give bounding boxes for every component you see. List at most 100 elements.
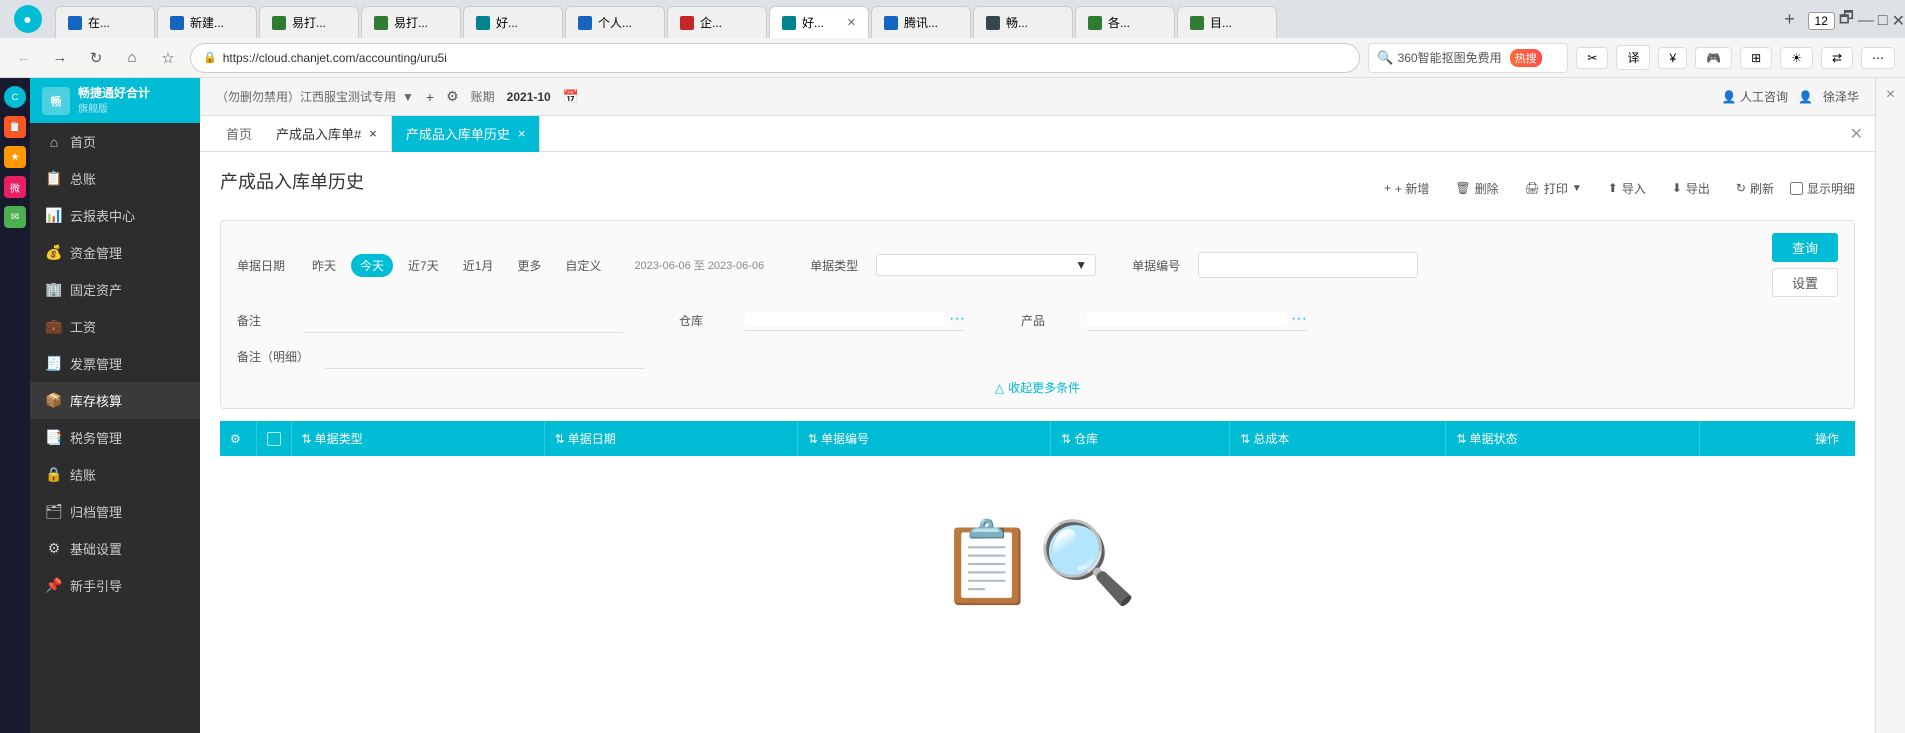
game-btn[interactable]: 🎮: [1695, 47, 1732, 69]
date-yesterday-btn[interactable]: 昨天: [303, 254, 345, 277]
sidebar-item-finance[interactable]: 💰 资金管理: [30, 234, 200, 271]
settings-icon[interactable]: ⚙: [446, 88, 459, 105]
browser-tab-8[interactable]: 好... ✕: [769, 6, 869, 38]
browser-tab-9[interactable]: 腾讯...: [871, 6, 971, 38]
minimize-btn[interactable]: —: [1858, 12, 1874, 30]
sidebar-item-basic[interactable]: ⚙ 基础设置: [30, 530, 200, 567]
browser-tab-2[interactable]: 新建...: [157, 6, 257, 38]
sidebar-item-tax[interactable]: 📑 税务管理: [30, 419, 200, 456]
th-checkbox[interactable]: [256, 421, 291, 456]
sidebar-item-invoice[interactable]: 🧾 发票管理: [30, 345, 200, 382]
sidebar-item-fixed[interactable]: 🏢 固定资产: [30, 271, 200, 308]
warehouse-input[interactable]: [745, 312, 945, 326]
refresh-btn[interactable]: ↻ 刷新: [1726, 176, 1784, 201]
grid-btn[interactable]: ⊞: [1740, 47, 1772, 69]
browser-tab-12[interactable]: 目...: [1177, 6, 1277, 38]
sidebar-item-inventory[interactable]: 📦 库存核算: [30, 382, 200, 419]
app-icon-1[interactable]: 📋: [4, 116, 26, 138]
th-warehouse[interactable]: ⇅ 仓库: [1051, 421, 1230, 456]
date-today-btn[interactable]: 今天: [351, 254, 393, 277]
sidebar-item-ledger[interactable]: 📋 总账: [30, 160, 200, 197]
address-bar[interactable]: 🔒 https://cloud.chanjet.com/accounting/u…: [190, 43, 1360, 73]
product-dots-btn[interactable]: ···: [1291, 310, 1307, 328]
th-settings[interactable]: ⚙: [220, 421, 256, 456]
date-custom-btn[interactable]: 自定义: [556, 254, 610, 277]
browser-tab-6[interactable]: 个人...: [565, 6, 665, 38]
browser-tab-4[interactable]: 易打...: [361, 6, 461, 38]
th-status[interactable]: ⇅ 单据状态: [1446, 421, 1699, 456]
home-button[interactable]: ⌂: [118, 44, 146, 72]
delete-btn[interactable]: 🗑 删除: [1445, 176, 1508, 201]
nav-header[interactable]: 畅 畅捷通好合计 旗舰版: [30, 78, 200, 123]
page-tab-history[interactable]: 产成品入库单历史 ×: [392, 116, 541, 152]
collapse-btn[interactable]: △ 收起更多条件: [237, 379, 1838, 396]
show-detail-checkbox[interactable]: [1790, 182, 1803, 195]
refresh-button[interactable]: ↻: [82, 44, 110, 72]
remark-detail-input[interactable]: [325, 343, 645, 369]
th-number[interactable]: ⇅ 单据编号: [797, 421, 1050, 456]
date-more-btn[interactable]: 更多: [508, 254, 550, 277]
maximize-btn[interactable]: □: [1878, 12, 1888, 30]
tab-close-8[interactable]: ✕: [847, 16, 856, 29]
browser-tab-7[interactable]: 企...: [667, 6, 767, 38]
browser-tab-3[interactable]: 易打...: [259, 6, 359, 38]
user-avatar[interactable]: 👤: [1798, 90, 1813, 104]
filter-setting-button[interactable]: 设置: [1772, 268, 1838, 297]
translate-btn[interactable]: 译: [1616, 45, 1650, 70]
sidebar-item-archive[interactable]: 🗂 归档管理: [30, 493, 200, 530]
th-date[interactable]: ⇅ 单据日期: [544, 421, 797, 456]
sidebar-item-checkout[interactable]: 🔒 结账: [30, 456, 200, 493]
date-7days-btn[interactable]: 近7天: [399, 254, 448, 277]
product-input[interactable]: [1087, 312, 1287, 326]
sidebar-item-reports[interactable]: 📊 云报表中心: [30, 197, 200, 234]
browser-tab-5[interactable]: 好...: [463, 6, 563, 38]
type-select[interactable]: ▼: [876, 254, 1096, 276]
yuan-btn[interactable]: ¥: [1658, 47, 1687, 69]
back-button[interactable]: ←: [10, 44, 38, 72]
add-company-btn[interactable]: +: [426, 89, 434, 105]
browser-tab-11[interactable]: 各...: [1075, 6, 1175, 38]
calendar-icon[interactable]: 📅: [563, 89, 579, 105]
breadcrumb-close-btn[interactable]: ✕: [1850, 124, 1875, 144]
query-button[interactable]: 查询: [1772, 233, 1838, 262]
breadcrumb-home[interactable]: 首页: [216, 118, 262, 149]
print-btn[interactable]: 🖨 打印 ▼: [1515, 176, 1592, 201]
app-logo[interactable]: C: [4, 86, 26, 108]
scissors-btn[interactable]: ✂: [1576, 47, 1608, 69]
number-input[interactable]: [1198, 252, 1418, 278]
export-btn[interactable]: ⬇ 导出: [1662, 176, 1720, 201]
import-btn[interactable]: ⬆ 导入: [1598, 176, 1656, 201]
sidebar-item-guide[interactable]: 📌 新手引导: [30, 567, 200, 604]
app-icon-3[interactable]: 微: [4, 176, 26, 198]
forward-button[interactable]: →: [46, 44, 74, 72]
browser-tab-1[interactable]: 在...: [55, 6, 155, 38]
sidebar-item-salary[interactable]: 💼 工资: [30, 308, 200, 345]
header-checkbox[interactable]: [267, 432, 281, 446]
bookmark-button[interactable]: ☆: [154, 44, 182, 72]
close-window-btn[interactable]: ✕: [1892, 11, 1905, 31]
search-bar[interactable]: 🔍 360智能抠图免费用 热搜: [1368, 43, 1568, 73]
add-btn[interactable]: + + 新增: [1374, 176, 1439, 201]
settings-btn[interactable]: ⋯: [1861, 47, 1895, 69]
company-selector[interactable]: （勿删勿禁用）江西服宝测试专用 ▼: [216, 88, 414, 105]
browser-tab-10[interactable]: 畅...: [973, 6, 1073, 38]
right-panel-close-btn[interactable]: ×: [1886, 86, 1895, 104]
user-service-btn[interactable]: 👤 人工咨询: [1722, 88, 1788, 105]
th-type[interactable]: ⇅ 单据类型: [291, 421, 544, 456]
warehouse-dots-btn[interactable]: ···: [949, 310, 965, 328]
date-1month-btn[interactable]: 近1月: [454, 254, 503, 277]
th-cost[interactable]: ⇅ 总成本: [1230, 421, 1446, 456]
app-icon-4[interactable]: ✉: [4, 206, 26, 228]
show-detail-toggle[interactable]: 显示明细: [1790, 180, 1855, 197]
theme-btn[interactable]: ☀: [1780, 47, 1813, 69]
page-tab-list-close[interactable]: ×: [369, 126, 377, 141]
app-icon-2[interactable]: ★: [4, 146, 26, 168]
remark-input[interactable]: [303, 307, 623, 333]
sync-btn[interactable]: ⇄: [1821, 47, 1853, 69]
page-tab-history-close[interactable]: ×: [518, 126, 526, 141]
restore-window-btn[interactable]: 🗗: [1839, 7, 1854, 34]
page-tab-list[interactable]: 产成品入库单# ×: [262, 116, 392, 152]
sidebar-item-home[interactable]: ⌂ 首页: [30, 123, 200, 160]
tab-label-6: 个人...: [598, 14, 632, 31]
new-tab-button[interactable]: +: [1776, 5, 1804, 33]
